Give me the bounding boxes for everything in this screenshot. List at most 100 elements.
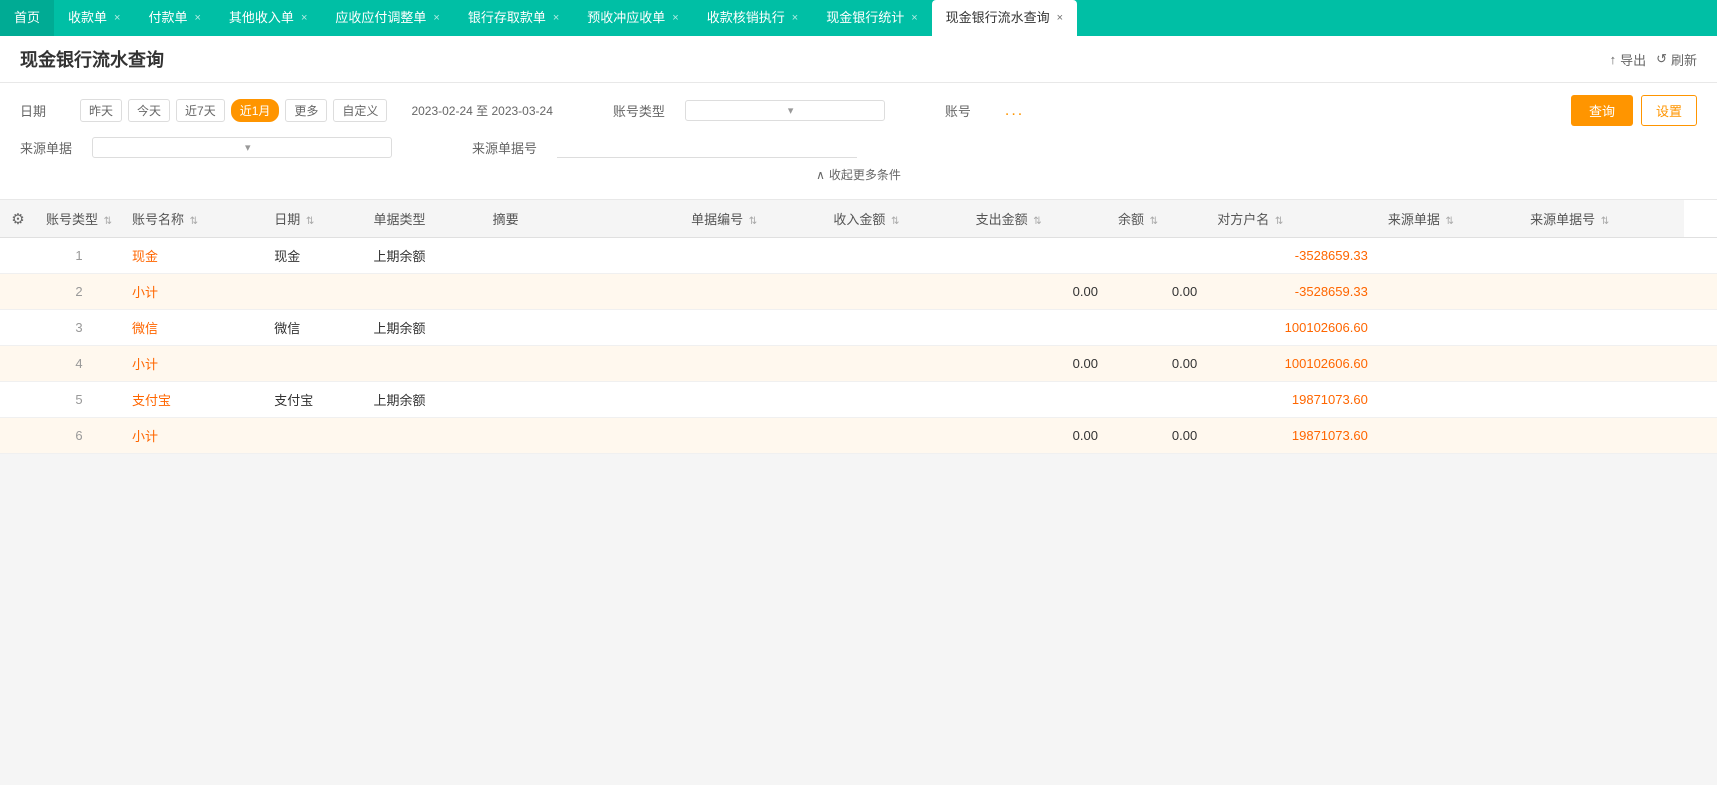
col-source-doc[interactable]: 来源单据 ⇅ [1378, 200, 1520, 238]
table-cell: 4 [36, 346, 122, 382]
nav-item-prepay-offset[interactable]: 预收冲应收单 × [573, 0, 692, 36]
table-cell: 支付宝 [264, 382, 363, 418]
nav-item-bank-deposit[interactable]: 银行存取款单 × [454, 0, 573, 36]
table-cell: 0.00 [966, 274, 1108, 310]
table-cell: 小计 [122, 346, 264, 382]
nav-close-ar-ap-adjust[interactable]: × [433, 0, 439, 36]
date-options: 昨天 今天 近7天 近1月 更多 自定义 [80, 99, 387, 122]
table-cell [966, 310, 1108, 346]
nav-item-receipt-verify[interactable]: 收款核销执行 × [693, 0, 812, 36]
table-cell [1684, 238, 1717, 274]
nav-item-ar-ap-adjust[interactable]: 应收应付调整单 × [321, 0, 453, 36]
col-account-type[interactable]: 账号类型 ⇅ [36, 200, 122, 238]
nav-close-bank-deposit[interactable]: × [553, 0, 559, 36]
date-range-display: 2023-02-24 至 2023-03-24 [411, 102, 552, 119]
nav-close-cash-bank-stat[interactable]: × [911, 0, 917, 36]
table-cell-settings [0, 274, 36, 310]
table-cell [264, 418, 363, 454]
col-date[interactable]: 日期 ⇅ [264, 200, 363, 238]
table-cell: 小计 [122, 418, 264, 454]
table-cell [1378, 382, 1520, 418]
table-settings-col[interactable]: ⚙ [0, 200, 36, 238]
nav-close-prepay-offset[interactable]: × [672, 0, 678, 36]
nav-item-receipt[interactable]: 收款单 × [54, 0, 134, 36]
table-row: 4小计0.000.00100102606.60 [0, 346, 1717, 382]
col-expense[interactable]: 支出金额 ⇅ [966, 200, 1108, 238]
table-cell: 现金 [264, 238, 363, 274]
table-cell [1378, 274, 1520, 310]
col-doc-type[interactable]: 单据类型 [364, 200, 483, 238]
date-btn-custom[interactable]: 自定义 [333, 99, 387, 122]
table-cell [823, 418, 965, 454]
source-doc-select[interactable]: ▾ [92, 137, 392, 158]
chevron-down-icon-2: ▾ [245, 141, 383, 154]
col-balance[interactable]: 余额 ⇅ [1108, 200, 1207, 238]
table-cell [1684, 310, 1717, 346]
table-cell: -3528659.33 [1207, 274, 1378, 310]
date-btn-today[interactable]: 今天 [128, 99, 170, 122]
col-counterpart[interactable]: 对方户名 ⇅ [1207, 200, 1378, 238]
date-btn-7days[interactable]: 近7天 [176, 99, 225, 122]
table-cell [681, 382, 823, 418]
data-table: ⚙ 账号类型 ⇅ 账号名称 ⇅ 日期 ⇅ 单据类型 摘要 单据编号 ⇅ 收入金额… [0, 200, 1717, 454]
table-cell-settings [0, 346, 36, 382]
table-row: 3微信微信上期余额100102606.60 [0, 310, 1717, 346]
collapse-bar[interactable]: ∧ 收起更多条件 [20, 162, 1697, 187]
table-cell: 100102606.60 [1207, 310, 1378, 346]
table-container: ⚙ 账号类型 ⇅ 账号名称 ⇅ 日期 ⇅ 单据类型 摘要 单据编号 ⇅ 收入金额… [0, 200, 1717, 454]
table-cell [1108, 382, 1207, 418]
date-btn-yesterday[interactable]: 昨天 [80, 99, 122, 122]
table-cell [823, 274, 965, 310]
nav-close-payment[interactable]: × [194, 0, 200, 36]
col-account-name[interactable]: 账号名称 ⇅ [122, 200, 264, 238]
dots-button[interactable]: ... [1005, 102, 1024, 120]
refresh-button[interactable]: ↺ 刷新 [1656, 50, 1697, 69]
table-cell [483, 418, 681, 454]
nav-item-home[interactable]: 首页 [0, 0, 54, 36]
table-cell [364, 274, 483, 310]
table-cell [823, 346, 965, 382]
source-doc-no-input[interactable] [557, 136, 857, 158]
page-header: 现金银行流水查询 ↑ 导出 ↺ 刷新 [0, 36, 1717, 83]
col-source-doc-no[interactable]: 来源单据号 ⇅ [1520, 200, 1684, 238]
col-income[interactable]: 收入金额 ⇅ [823, 200, 965, 238]
table-cell: 微信 [122, 310, 264, 346]
table-cell [1684, 274, 1717, 310]
nav-close-receipt-verify[interactable]: × [792, 0, 798, 36]
table-cell [1684, 382, 1717, 418]
nav-close-receipt[interactable]: × [114, 0, 120, 36]
table-cell [1378, 310, 1520, 346]
date-label: 日期 [20, 101, 60, 120]
nav-close-cash-bank-flow[interactable]: × [1057, 0, 1063, 36]
table-header: ⚙ 账号类型 ⇅ 账号名称 ⇅ 日期 ⇅ 单据类型 摘要 单据编号 ⇅ 收入金额… [0, 200, 1717, 238]
nav-close-other-income[interactable]: × [301, 0, 307, 36]
col-summary[interactable]: 摘要 [483, 200, 681, 238]
col-doc-no[interactable]: 单据编号 ⇅ [681, 200, 823, 238]
table-cell: 6 [36, 418, 122, 454]
query-button[interactable]: 查询 [1571, 95, 1633, 126]
table-cell [483, 238, 681, 274]
table-cell [1520, 310, 1684, 346]
nav-item-payment[interactable]: 付款单 × [134, 0, 214, 36]
account-label: 账号 [945, 101, 985, 120]
table-cell-settings [0, 310, 36, 346]
table-cell [681, 346, 823, 382]
refresh-icon: ↺ [1656, 51, 1667, 67]
date-btn-1month[interactable]: 近1月 [231, 99, 280, 122]
settings-button[interactable]: 设置 [1641, 95, 1697, 126]
table-cell [823, 238, 965, 274]
table-cell [364, 346, 483, 382]
table-cell [483, 274, 681, 310]
nav-item-other-income[interactable]: 其他收入单 × [215, 0, 321, 36]
nav-item-cash-bank-stat[interactable]: 现金银行统计 × [812, 0, 931, 36]
table-cell [681, 238, 823, 274]
filter-row-source: 来源单据 ▾ 来源单据号 [20, 136, 1697, 158]
table-cell: -3528659.33 [1207, 238, 1378, 274]
date-btn-more[interactable]: 更多 [285, 99, 327, 122]
export-button[interactable]: ↑ 导出 [1610, 50, 1647, 69]
table-cell: 现金 [122, 238, 264, 274]
table-cell-settings [0, 382, 36, 418]
account-type-select[interactable]: ▾ [685, 100, 885, 121]
top-nav: 首页 收款单 × 付款单 × 其他收入单 × 应收应付调整单 × 银行存取款单 … [0, 0, 1717, 36]
nav-item-cash-bank-flow[interactable]: 现金银行流水查询 × [932, 0, 1077, 36]
